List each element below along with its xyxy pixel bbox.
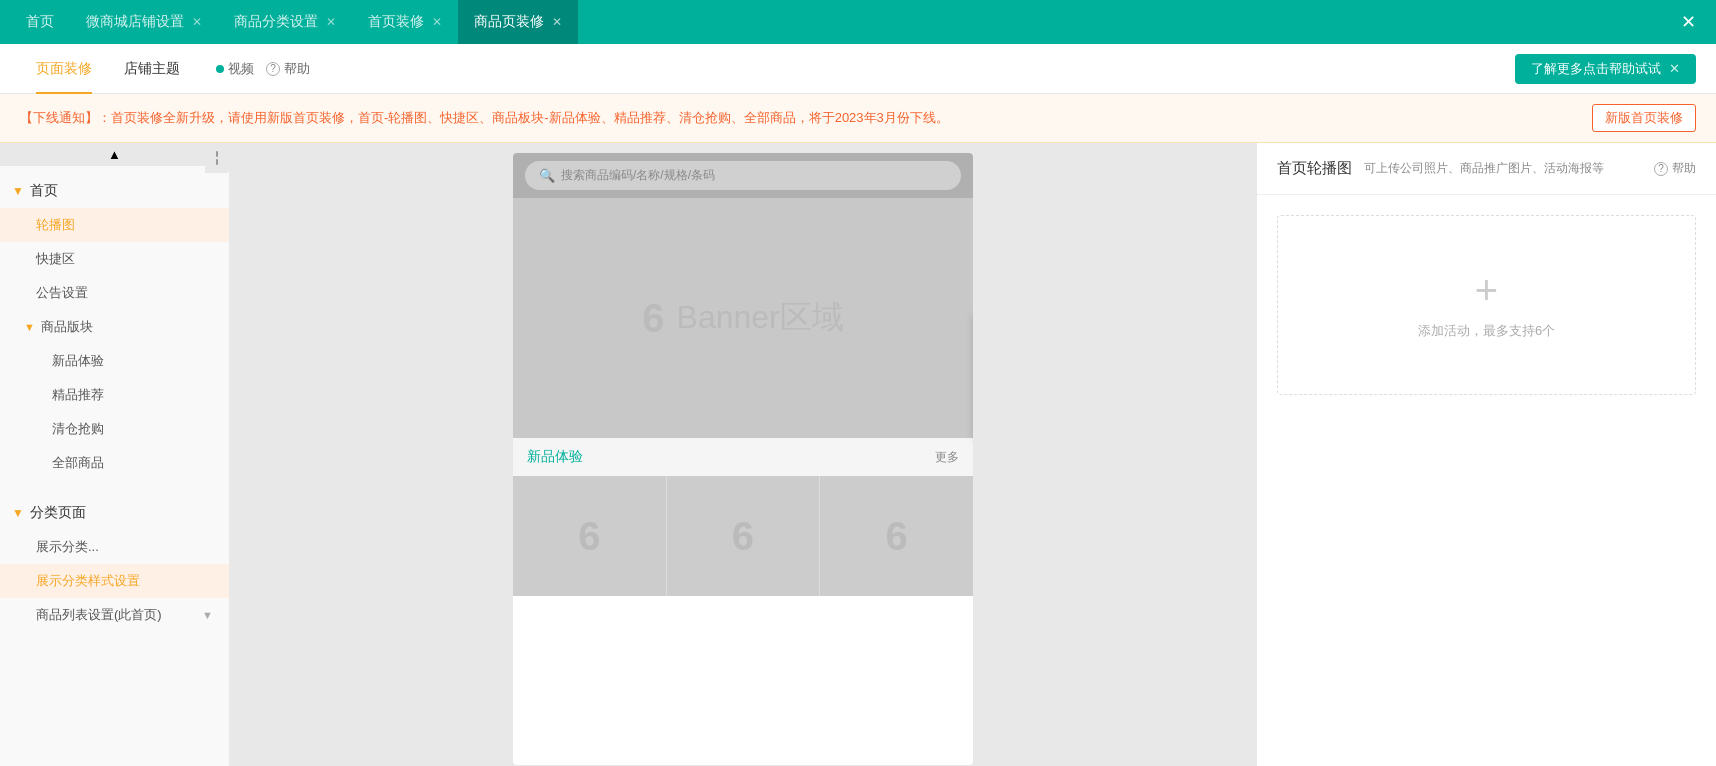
dot-icon [216,65,224,73]
close-tab-product-decor[interactable]: ✕ [552,15,562,29]
notice-bar: 【下线通知】：首页装修全新升级，请使用新版首页装修，首页-轮播图、快捷区、商品板… [0,94,1716,143]
right-help-link[interactable]: ? 帮助 [1654,160,1696,177]
section-header: 新品体验 更多 [513,438,973,476]
banner-logo: 6 Banner区域 [642,296,843,341]
scroll-up-button[interactable]: ▲ [0,143,229,166]
product-search[interactable]: 🔍 搜索商品编码/名称/规格/条码 [525,161,961,190]
product-icon-1: 6 [578,514,600,559]
sidebar-item-all-products[interactable]: 全部商品 [0,446,229,480]
category-tree-section: ▼ 分类页面 展示分类... 展示分类样式设置 商品列表设置(此首页) ▼ [0,488,229,640]
sidebar-item-notice[interactable]: 公告设置 [0,276,229,310]
section-title: 新品体验 [527,448,583,466]
nav-tab-page-decor[interactable]: 页面装修 [20,44,108,94]
search-icon: 🔍 [539,168,555,183]
tab-home[interactable]: 首页 [10,0,70,44]
product-icon-3: 6 [886,514,908,559]
product-block-arrow-icon: ▼ [24,321,35,333]
sidebar-item-home[interactable]: ▼ 首页 [0,174,229,208]
home-arrow-icon: ▼ [12,184,24,198]
help-link[interactable]: ? 帮助 [266,60,310,78]
product-list-arrow-icon: ▼ [202,609,213,621]
phone-search-bar: 🔍 搜索商品编码/名称/规格/条码 [513,153,973,198]
tab-category-settings[interactable]: 商品分类设置 ✕ [218,0,352,44]
products-grid: 6 6 6 [513,476,973,596]
main-layout: ▲ ▼ 首页 轮播图 快捷区 公告设置 ▼ 商品版块 新品体验 [0,143,1716,766]
sidebar-item-featured[interactable]: 精品推荐 [0,378,229,412]
question-icon: ? [266,62,280,76]
tab-home-decor[interactable]: 首页装修 ✕ [352,0,458,44]
close-tab-store[interactable]: ✕ [192,15,202,29]
product-cell-3: 6 [820,476,973,596]
add-icon: + [1475,270,1498,310]
sidebar-item-new-experience[interactable]: 新品体验 [0,344,229,378]
tab-bar: 首页 微商城店铺设置 ✕ 商品分类设置 ✕ 首页装修 ✕ 商品页装修 ✕ ✕ [0,0,1716,44]
banner-b-icon: 6 [642,296,664,341]
close-tab-category[interactable]: ✕ [326,15,336,29]
preview-area: 🔍 搜索商品编码/名称/规格/条码 6 Banner区域 [230,143,1256,766]
secondary-nav: 页面装修 店铺主题 了解更多点击帮助试试 ✕ 视频 ? 帮助 [0,44,1716,94]
sidebar-collapse-button[interactable] [205,143,229,173]
upload-area[interactable]: + 添加活动，最多支持6个 [1277,215,1696,395]
video-link[interactable]: 视频 [216,60,254,78]
category-arrow-icon: ▼ [12,506,24,520]
sidebar-item-carousel[interactable]: 轮播图 [0,208,229,242]
product-cell-1: 6 [513,476,666,596]
new-home-decor-button[interactable]: 新版首页装修 [1592,104,1696,132]
right-panel-title: 首页轮播图 [1277,159,1352,178]
upload-label: 添加活动，最多支持6个 [1418,322,1555,340]
banner-area[interactable]: 6 Banner区域 [513,198,973,438]
tab-product-decor[interactable]: 商品页装修 ✕ [458,0,578,44]
home-tree-section: ▼ 首页 轮播图 快捷区 公告设置 ▼ 商品版块 新品体验 精品推荐 [0,166,229,488]
sidebar-item-show-category[interactable]: 展示分类... [0,530,229,564]
help-banner: 了解更多点击帮助试试 ✕ [1515,54,1696,84]
notice-text: 【下线通知】：首页装修全新升级，请使用新版首页装修，首页-轮播图、快捷区、商品板… [20,109,1592,127]
sidebar-item-product-block[interactable]: ▼ 商品版块 [0,310,229,344]
close-tab-home-decor[interactable]: ✕ [432,15,442,29]
close-all-tabs[interactable]: ✕ [1671,11,1706,33]
product-icon-2: 6 [732,514,754,559]
product-cell-2: 6 [667,476,820,596]
sidebar-item-category-page[interactable]: ▼ 分类页面 [0,496,229,530]
nav-tab-store-theme[interactable]: 店铺主题 [108,44,196,94]
right-panel: 首页轮播图 可上传公司照片、商品推广图片、活动海报等 ? 帮助 + 添加活动，最… [1256,143,1716,766]
right-panel-subtitle: 可上传公司照片、商品推广图片、活动海报等 [1364,160,1604,177]
phone-frame: 🔍 搜索商品编码/名称/规格/条码 6 Banner区域 [513,153,973,765]
close-help-banner[interactable]: ✕ [1669,61,1680,76]
right-panel-header: 首页轮播图 可上传公司照片、商品推广图片、活动海报等 ? 帮助 [1257,143,1716,195]
question-circle-icon: ? [1654,162,1668,176]
sidebar: ▲ ▼ 首页 轮播图 快捷区 公告设置 ▼ 商品版块 新品体验 [0,143,230,766]
sidebar-item-shortcut[interactable]: 快捷区 [0,242,229,276]
tab-store-settings[interactable]: 微商城店铺设置 ✕ [70,0,218,44]
sidebar-item-product-list[interactable]: 商品列表设置(此首页) ▼ [0,598,229,632]
section-more: 更多 [935,449,959,466]
sidebar-item-clearance[interactable]: 清仓抢购 [0,412,229,446]
sidebar-item-category-style[interactable]: 展示分类样式设置 [0,564,229,598]
